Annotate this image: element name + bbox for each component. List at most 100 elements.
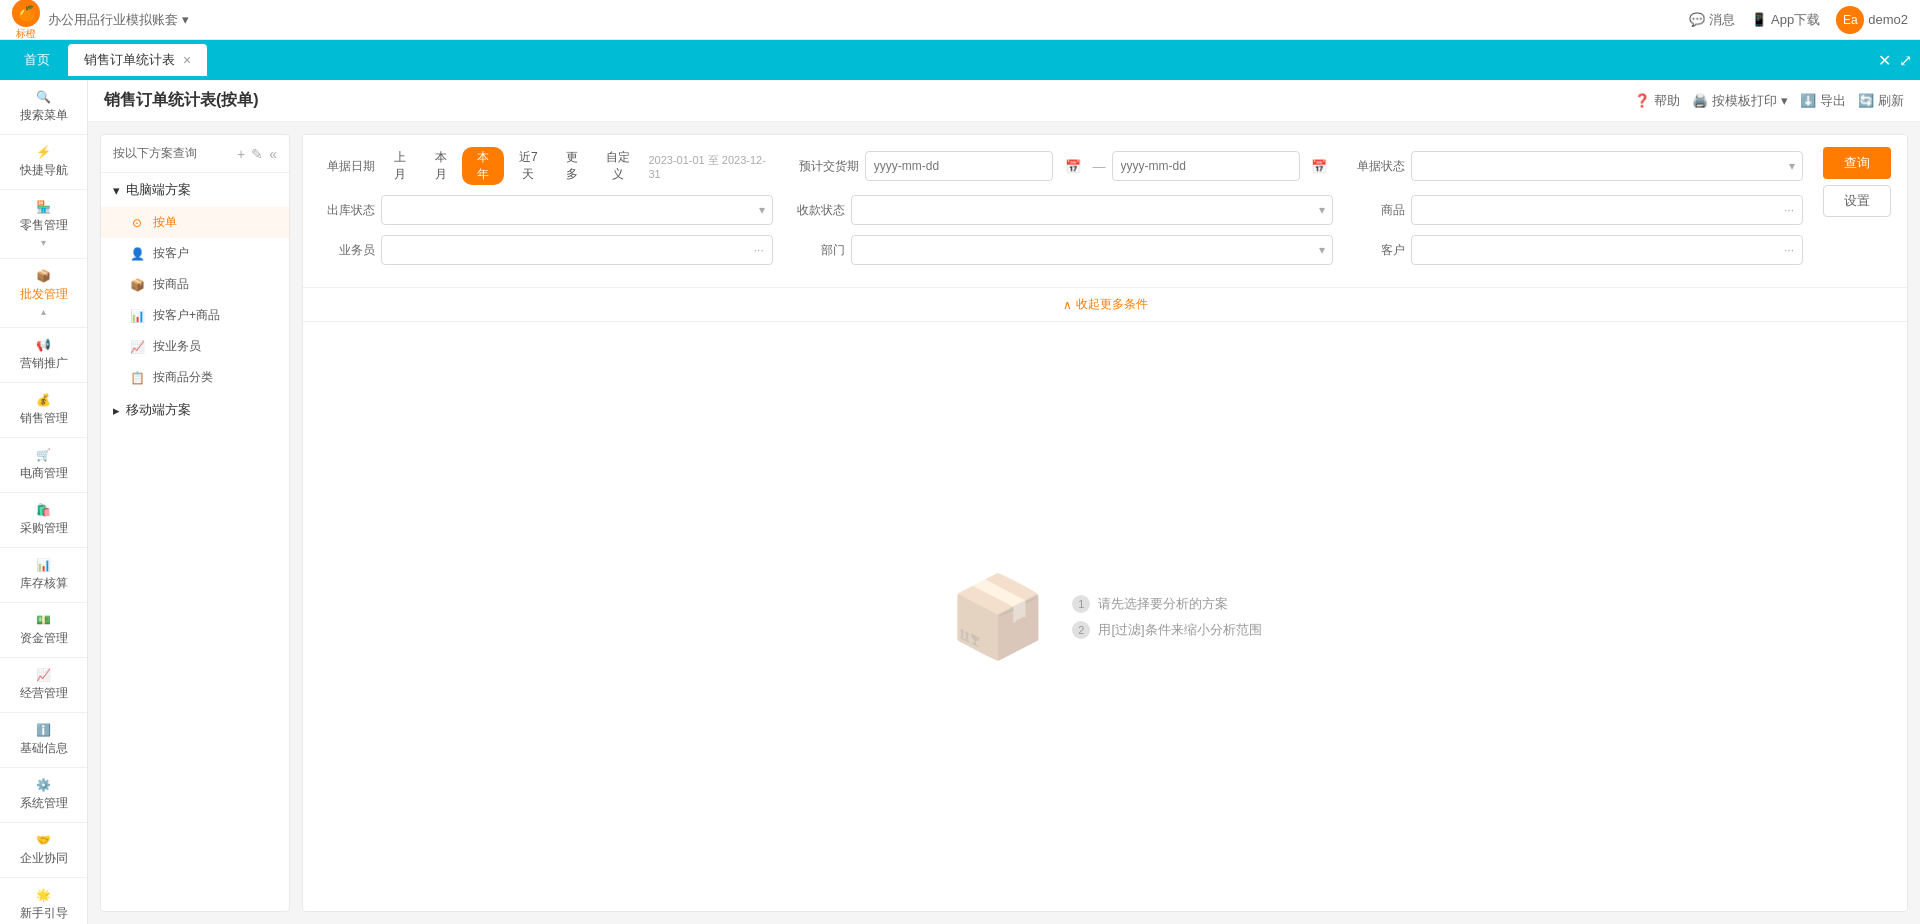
sidebar-item-ops[interactable]: 📈 经营管理 (0, 658, 87, 713)
sidebar-item-corp[interactable]: 🤝 企业协同 (0, 823, 87, 878)
sidebar-item-basic[interactable]: ℹ️ 基础信息 (0, 713, 87, 768)
scheme-item-by-order[interactable]: ⊙ 按单 (101, 207, 289, 238)
left-panel-header: 按以下方案查询 + ✎ « (101, 135, 289, 173)
date-more-btn[interactable]: 更多 (553, 147, 591, 185)
sidebar-item-sales[interactable]: 💰 销售管理 (0, 383, 87, 438)
export-btn[interactable]: ⬇️ 导出 (1800, 92, 1846, 110)
delivery-date-from[interactable] (865, 151, 1053, 181)
page-header: 销售订单统计表(按单) ❓ 帮助 🖨️ 按模板打印 ▾ ⬇️ 导出 🔄 刷新 (88, 80, 1920, 122)
sidebar-item-ecom[interactable]: 🛒 电商管理 (0, 438, 87, 493)
phone-icon: 📱 (1751, 12, 1767, 27)
company-name: 办公用品行业模拟账套 (48, 11, 178, 29)
tab-home[interactable]: 首页 (8, 44, 66, 76)
sidebar-item-purchase[interactable]: 🛍️ 采购管理 (0, 493, 87, 548)
message-btn[interactable]: 💬 消息 (1689, 11, 1735, 29)
user-name: demo2 (1868, 12, 1908, 27)
print-btn[interactable]: 🖨️ 按模板打印 ▾ (1692, 92, 1788, 110)
scheme-item-by-goods[interactable]: 📦 按商品 (101, 269, 289, 300)
scheme-item-by-cust-goods[interactable]: 📊 按客户+商品 (101, 300, 289, 331)
scheme-item-by-customer[interactable]: 👤 按客户 (101, 238, 289, 269)
inventory-icon: 📊 (36, 558, 51, 572)
window-close-btn[interactable]: ✕ (1878, 51, 1891, 70)
logo-area[interactable]: 🍊 标橙 (12, 0, 40, 41)
filter-area: 单据日期 上月 本月 本年 近7天 更多 自定义 (303, 135, 1907, 288)
empty-hint-1: 1 请先选择要分析的方案 (1072, 595, 1261, 613)
window-maximize-btn[interactable]: ⤢ (1899, 51, 1912, 70)
sidebar-search[interactable]: 🔍 搜索菜单 (0, 80, 87, 135)
user-area[interactable]: Ea demo2 (1836, 6, 1908, 34)
top-bar: 🍊 标橙 办公用品行业模拟账套 ▾ 💬 消息 📱 App下载 Ea demo2 (0, 0, 1920, 40)
page-header-actions: ❓ 帮助 🖨️ 按模板打印 ▾ ⬇️ 导出 🔄 刷新 (1634, 92, 1904, 110)
query-btn[interactable]: 查询 (1823, 147, 1891, 179)
payment-status-select[interactable] (851, 195, 1334, 225)
finance-icon: 💵 (36, 613, 51, 627)
scheme-item-by-category[interactable]: 📋 按商品分类 (101, 362, 289, 393)
help-icon: ❓ (1634, 93, 1650, 108)
date-btns: 上月 本月 本年 近7天 更多 自定义 (381, 147, 642, 185)
sidebar-item-finance[interactable]: 💵 资金管理 (0, 603, 87, 658)
scheme-group-desktop-header[interactable]: ▾ 电脑端方案 (101, 173, 289, 207)
refresh-btn[interactable]: 🔄 刷新 (1858, 92, 1904, 110)
settings-btn[interactable]: 设置 (1823, 185, 1891, 217)
add-scheme-btn[interactable]: + (237, 146, 245, 162)
collapse-panel-btn[interactable]: « (269, 146, 277, 162)
by-goods-icon: 📦 (129, 277, 145, 293)
sidebar-item-newbie[interactable]: 🌟 新手引导 (0, 878, 87, 924)
by-category-icon: 📋 (129, 370, 145, 386)
date-filter-label: 单据日期 (319, 158, 375, 175)
system-icon: ⚙️ (36, 778, 51, 792)
date-this-year-btn[interactable]: 本年 (462, 147, 504, 185)
goods-select[interactable]: ··· (1411, 195, 1803, 225)
ecom-icon: 🛒 (36, 448, 51, 462)
customer-select[interactable]: ··· (1411, 235, 1803, 265)
logo-icon: 🍊 (12, 0, 40, 27)
date-last-month-btn[interactable]: 上月 (381, 147, 419, 185)
sidebar-quicknav[interactable]: ⚡ 快捷导航 (0, 135, 87, 190)
retail-icon: 🏪 (36, 200, 51, 214)
company-selector[interactable]: 办公用品行业模拟账套 ▾ (48, 11, 189, 29)
delivery-date-to[interactable] (1112, 151, 1300, 181)
company-arrow-icon: ▾ (182, 12, 189, 27)
page-title: 销售订单统计表(按单) (104, 90, 259, 111)
empty-hint-2: 2 用[过滤]条件来缩小分析范围 (1072, 621, 1261, 639)
sales-icon: 💰 (36, 393, 51, 407)
user-avatar: Ea (1836, 6, 1864, 34)
scheme-group-arrow-icon: ▾ (113, 183, 120, 198)
corp-icon: 🤝 (36, 833, 51, 847)
salesperson-select[interactable]: ··· (381, 235, 773, 265)
content-area: 销售订单统计表(按单) ❓ 帮助 🖨️ 按模板打印 ▾ ⬇️ 导出 🔄 刷新 (88, 80, 1920, 924)
left-scheme-panel: 按以下方案查询 + ✎ « ▾ 电脑端方案 ⊙ 按单 (100, 134, 290, 912)
ops-icon: 📈 (36, 668, 51, 682)
help-btn[interactable]: ❓ 帮助 (1634, 92, 1680, 110)
date-custom-btn[interactable]: 自定义 (593, 147, 643, 185)
delivery-status-select[interactable] (381, 195, 773, 225)
department-select[interactable] (851, 235, 1334, 265)
collapse-bar[interactable]: ∧ 收起更多条件 (303, 288, 1907, 322)
sidebar-item-wholesale[interactable]: 📦 批发管理 ▴ (0, 259, 87, 328)
scheme-group-mobile-arrow-icon: ▸ (113, 403, 120, 418)
edit-scheme-btn[interactable]: ✎ (251, 146, 263, 162)
by-salesperson-icon: 📈 (129, 339, 145, 355)
scheme-group-mobile: ▸ 移动端方案 (101, 393, 289, 427)
sidebar-item-system[interactable]: ⚙️ 系统管理 (0, 768, 87, 823)
empty-state: 📦 1 请先选择要分析的方案 2 用[过滤]条件来缩小分析范围 (303, 322, 1907, 911)
scheme-group-mobile-header[interactable]: ▸ 移动端方案 (101, 393, 289, 427)
sidebar-item-marketing[interactable]: 📢 营销推广 (0, 328, 87, 383)
message-icon: 💬 (1689, 12, 1705, 27)
date-7days-btn[interactable]: 近7天 (506, 147, 551, 185)
tab-sales-order[interactable]: 销售订单统计表 × (68, 44, 207, 76)
expected-delivery-label: 预计交货期 (789, 158, 859, 175)
right-content-inner: 单据日期 上月 本月 本年 近7天 更多 自定义 (302, 134, 1908, 912)
date-this-month-btn[interactable]: 本月 (421, 147, 459, 185)
scheme-item-by-salesperson[interactable]: 📈 按业务员 (101, 331, 289, 362)
app-download-btn[interactable]: 📱 App下载 (1751, 11, 1820, 29)
single-status-select[interactable] (1411, 151, 1803, 181)
tab-close-btn[interactable]: × (183, 52, 191, 68)
by-order-icon: ⊙ (129, 215, 145, 231)
goods-label: 商品 (1349, 202, 1405, 219)
by-cust-goods-icon: 📊 (129, 308, 145, 324)
sidebar-item-retail[interactable]: 🏪 零售管理 ▾ (0, 190, 87, 259)
top-bar-left: 🍊 标橙 办公用品行业模拟账套 ▾ (12, 0, 189, 41)
basic-icon: ℹ️ (36, 723, 51, 737)
sidebar-item-inventory[interactable]: 📊 库存核算 (0, 548, 87, 603)
